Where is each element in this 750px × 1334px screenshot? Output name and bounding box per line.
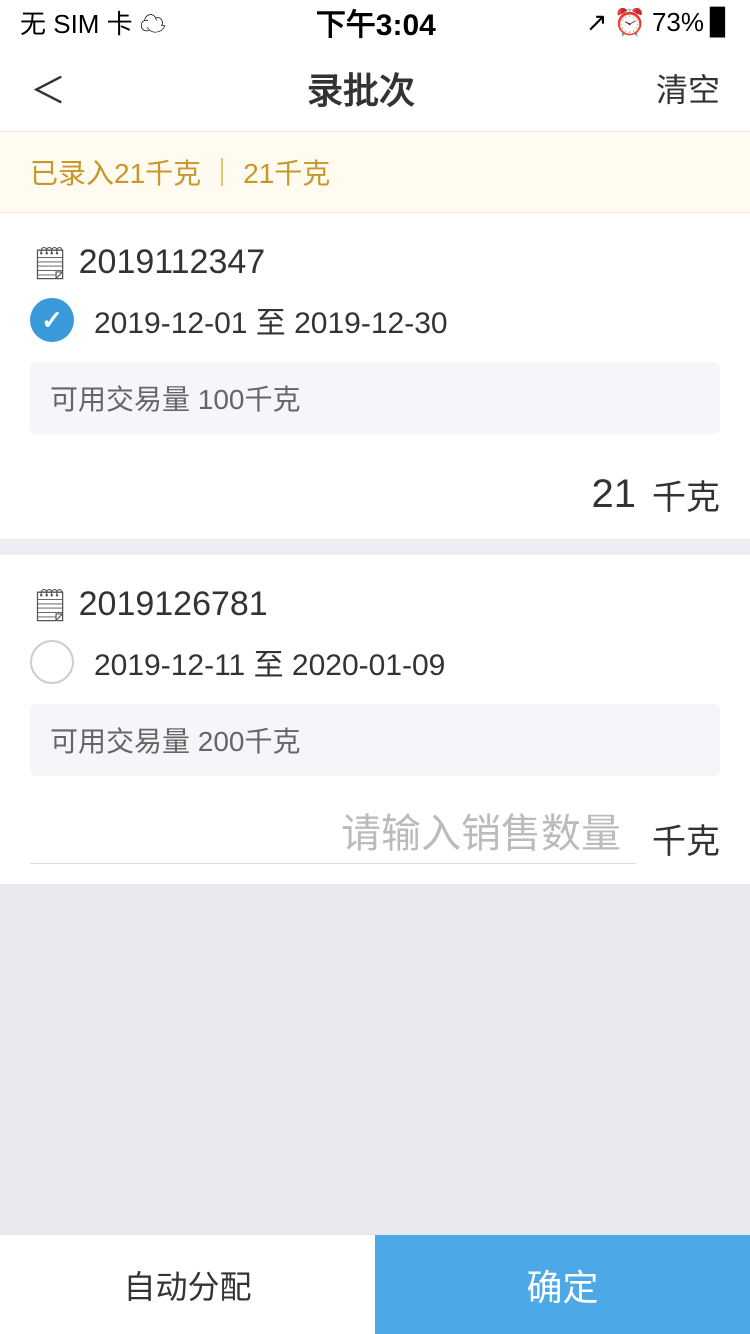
batch1-check-icon: ✓ — [41, 305, 63, 336]
summary-amount-label: 21千克 — [243, 152, 330, 192]
batch2-input-wrapper — [30, 812, 636, 864]
batch2-quota-text: 可用交易量 200千克 — [50, 726, 301, 757]
location-icon: ↗ — [586, 7, 608, 38]
nav-bar: ＜ 录批次 清空 — [0, 44, 750, 132]
card-divider-1 — [0, 539, 750, 555]
status-right: ↗ ⏰ 73% ▊ — [586, 7, 730, 38]
batch1-quantity-unit: 千克 — [652, 470, 720, 519]
batch1-quota-row: 可用交易量 100千克 — [30, 362, 720, 434]
status-time: 下午3:04 — [316, 0, 436, 44]
page-content: 已录入21千克 21千克 🗒 2019112347 ✓ 2019-12-01 至… — [0, 132, 750, 1284]
summary-divider — [221, 158, 223, 186]
batch1-id-row: 🗒 2019112347 — [30, 243, 720, 282]
batch2-date-row: 2019-12-11 至 2020-01-09 — [30, 640, 720, 684]
batch2-quantity-input[interactable] — [336, 812, 636, 857]
bottom-bar: 自动分配 确定 — [0, 1234, 750, 1334]
summary-bar: 已录入21千克 21千克 — [0, 132, 750, 213]
batch2-doc-icon: 🗒 — [30, 586, 71, 624]
batch1-quantity-row: 21 千克 — [0, 454, 750, 539]
batch1-date: 2019-12-01 至 2019-12-30 — [94, 298, 448, 342]
bottom-spacer — [0, 884, 750, 1284]
batch2-id-row: 🗒 2019126781 — [30, 585, 720, 624]
batch2-id: 2019126781 — [79, 585, 268, 624]
batch1-quota-text: 可用交易量 100千克 — [50, 384, 301, 415]
batch1-date-row: ✓ 2019-12-01 至 2019-12-30 — [30, 298, 720, 342]
battery-icon: ▊ — [710, 7, 730, 38]
back-button[interactable]: ＜ — [30, 62, 66, 114]
batch-card-1: 🗒 2019112347 ✓ 2019-12-01 至 2019-12-30 可… — [0, 213, 750, 539]
summary-recorded-label: 已录入21千克 — [30, 152, 201, 192]
batch1-id: 2019112347 — [79, 243, 266, 282]
batch1-quantity-value: 21 — [592, 472, 637, 517]
alarm-icon: ⏰ — [614, 7, 646, 38]
batch2-quota-row: 可用交易量 200千克 — [30, 704, 720, 776]
status-left: 无 SIM 卡 ☁ — [20, 4, 166, 41]
batch1-doc-icon: 🗒 — [30, 244, 71, 282]
batch2-quantity-unit: 千克 — [652, 814, 720, 863]
auto-distribute-button[interactable]: 自动分配 — [0, 1235, 375, 1334]
batch2-checkbox[interactable] — [30, 640, 74, 684]
confirm-button[interactable]: 确定 — [375, 1235, 750, 1334]
batch-card-2: 🗒 2019126781 2019-12-11 至 2020-01-09 可用交… — [0, 555, 750, 884]
batch1-checkbox[interactable]: ✓ — [30, 298, 74, 342]
batch2-quantity-row: 千克 — [0, 796, 750, 884]
battery-label: 73% — [652, 7, 704, 38]
page-title: 录批次 — [307, 62, 415, 114]
clear-button[interactable]: 清空 — [656, 65, 720, 111]
status-bar: 无 SIM 卡 ☁ 下午3:04 ↗ ⏰ 73% ▊ — [0, 0, 750, 44]
batch2-date: 2019-12-11 至 2020-01-09 — [94, 640, 445, 684]
no-sim-label: 无 SIM 卡 ☁ — [20, 4, 166, 41]
